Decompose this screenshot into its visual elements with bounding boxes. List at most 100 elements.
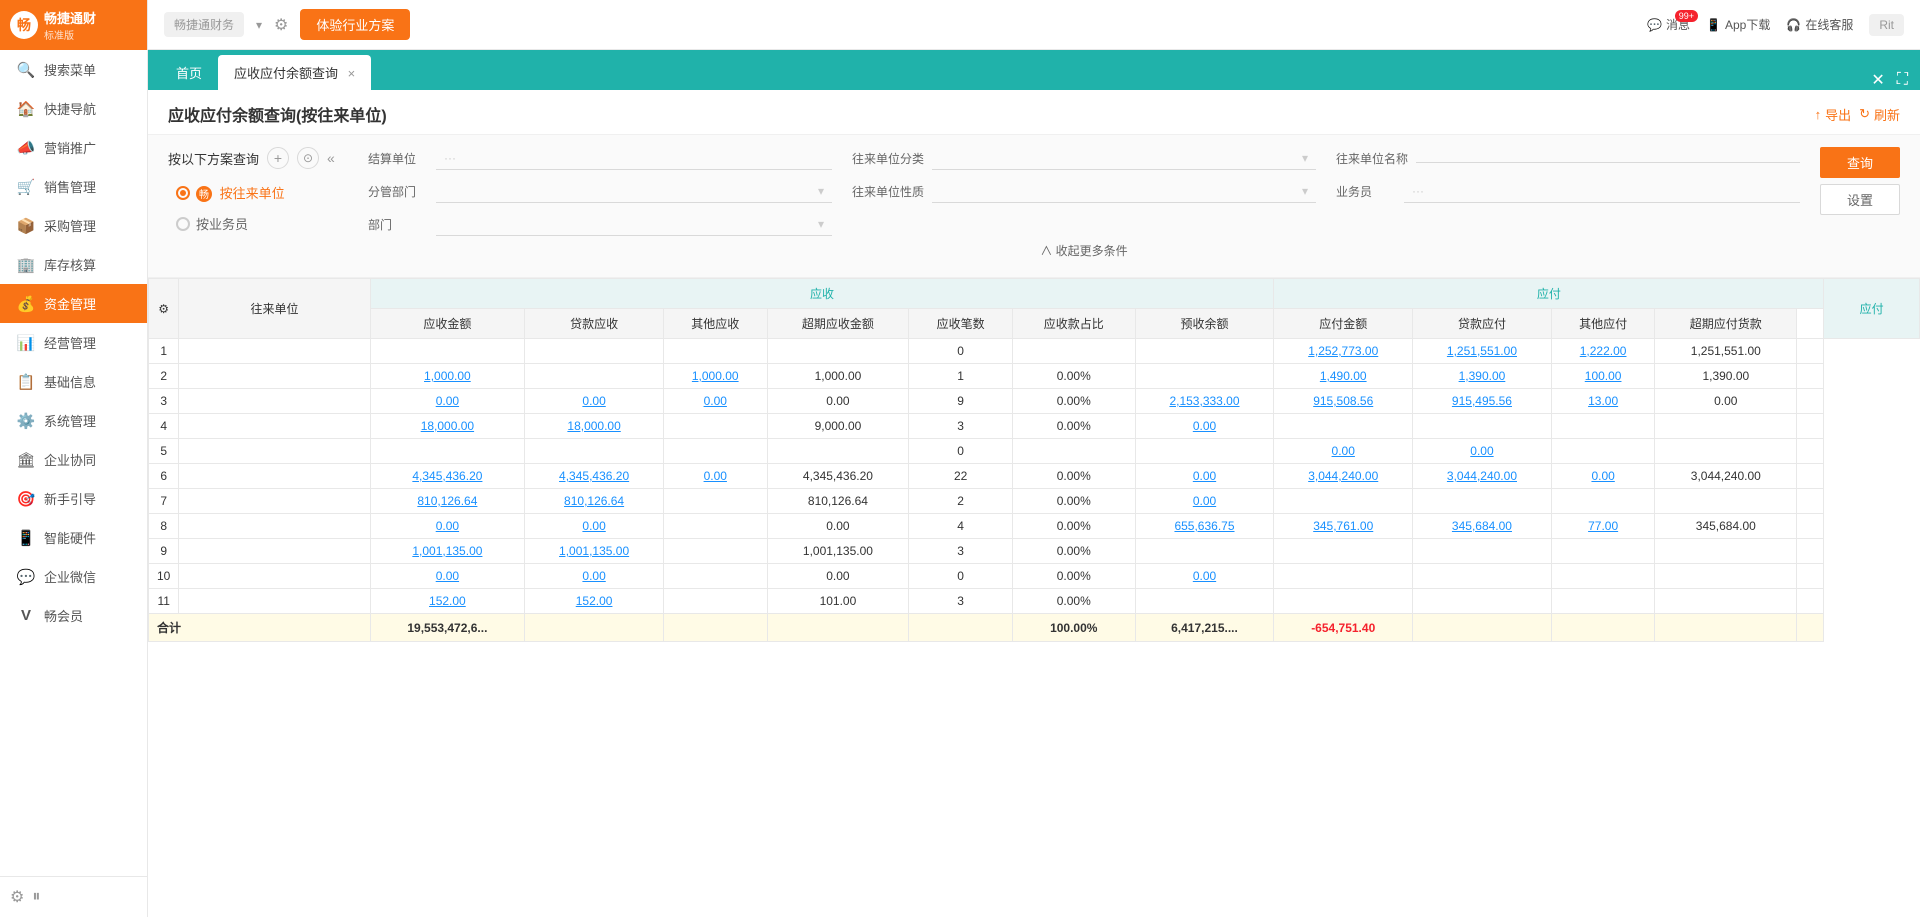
sidebar-item-wechat[interactable]: 💬 企业微信 (0, 557, 147, 596)
query-button[interactable]: 查询 (1820, 147, 1900, 178)
col-payable-extra: 应付 (1824, 279, 1920, 339)
summary-label: 合计 (149, 614, 371, 642)
filter-options: 畅 按往来单位 按业务员 (168, 179, 348, 237)
app-icon: 📱 (1706, 18, 1721, 32)
solution-button[interactable]: 体验行业方案 (300, 9, 410, 40)
wechat-icon: 💬 (16, 568, 36, 586)
filter-partner-category: 往来单位分类 ▾ (852, 147, 1316, 170)
sidebar-item-inventory[interactable]: 🏢 库存核算 (0, 245, 147, 284)
tab-receivable-query[interactable]: 应收应付余额查询 × (218, 55, 371, 90)
col-payable-amount: 应付金额 (1274, 309, 1413, 339)
settlement-unit-input[interactable]: ··· (436, 147, 832, 170)
message-badge: 99+ (1675, 10, 1698, 22)
filter-add-button[interactable]: + (267, 147, 289, 169)
marketing-icon: 📣 (16, 139, 36, 157)
department-label: 部门 (368, 216, 428, 233)
window-controls: ✕ ⛶ (1871, 70, 1908, 90)
filter-grid: 结算单位 ··· 往来单位分类 ▾ (368, 147, 1800, 236)
sidebar-item-purchase[interactable]: 📦 采购管理 (0, 206, 147, 245)
purchase-icon: 📦 (16, 217, 36, 235)
message-button[interactable]: 💬 消息 99+ (1647, 16, 1690, 33)
partner-nature-label: 往来单位性质 (852, 183, 924, 200)
sidebar: 畅 畅捷通财 标准版 🔍 搜索菜单 🏠 快捷导航 📣 营销推广 🛒 销售管理 📦… (0, 0, 148, 917)
col-overdue-payable: 超期应付货款 (1655, 309, 1797, 339)
filter-fields: 结算单位 ··· 往来单位分类 ▾ (368, 147, 1800, 265)
window-close-icon[interactable]: ✕ (1871, 70, 1884, 90)
search-icon: 🔍 (16, 61, 36, 79)
topbar-gear-icon[interactable]: ⚙ (274, 15, 288, 35)
tab-bar: 首页 应收应付余额查询 × ✕ ⛶ (148, 50, 1920, 90)
basic-info-icon: 📋 (16, 373, 36, 391)
sidebar-item-guide[interactable]: 🎯 新手引导 (0, 479, 147, 518)
sidebar-item-enterprise[interactable]: 🏛 企业协同 (0, 440, 147, 479)
sidebar-settings-btn[interactable]: ⚙ (10, 887, 24, 907)
col-other-payable: 其他应付 (1551, 309, 1655, 339)
sidebar-item-operations[interactable]: 📊 经营管理 (0, 323, 147, 362)
filter-option-partner[interactable]: 畅 按往来单位 (168, 179, 348, 206)
filter-dept-manager: 分管部门 ▾ (368, 180, 832, 203)
export-button[interactable]: ↑ 导出 (1815, 105, 1852, 124)
filter-row1: 按以下方案查询 + ⊙ « (168, 147, 348, 169)
radio-partner[interactable] (176, 186, 190, 200)
system-icon: ⚙️ (16, 412, 36, 430)
set-button[interactable]: 设置 (1820, 184, 1900, 215)
sidebar-item-member[interactable]: V 畅会员 (0, 596, 147, 635)
table-row: 91,001,135.001,001,135.001,001,135.0030.… (149, 539, 1920, 564)
radio-salesperson[interactable] (176, 217, 190, 231)
sidebar-item-marketing[interactable]: 📣 营销推广 (0, 128, 147, 167)
filter-department: 部门 ▾ (368, 213, 832, 236)
partner-name-input[interactable] (1416, 154, 1800, 163)
col-loan-payable: 贷款应付 (1413, 309, 1552, 339)
sidebar-item-sales[interactable]: 🛒 销售管理 (0, 167, 147, 206)
member-icon: V (16, 607, 36, 624)
page-header: 应收应付余额查询(按往来单位) ↑ 导出 ↻ 刷新 (148, 90, 1920, 135)
tab-home[interactable]: 首页 (160, 55, 218, 90)
table-settings-col[interactable]: ⚙ (149, 279, 179, 339)
sidebar-item-system[interactable]: ⚙️ 系统管理 (0, 401, 147, 440)
service-icon: 🎧 (1786, 18, 1801, 32)
data-table: ⚙ 往来单位 应收 应付 应付 应收金额 贷款应收 其他应收 超期应收金额 应收… (148, 278, 1920, 642)
salesperson-input[interactable]: ··· (1404, 180, 1800, 203)
app-download-button[interactable]: 📱 App下载 (1706, 16, 1770, 33)
filter-partner-nature: 往来单位性质 ▾ (852, 180, 1316, 203)
filter-salesperson: 业务员 ··· (1336, 180, 1800, 203)
online-service-button[interactable]: 🎧 在线客服 (1786, 16, 1853, 33)
logo-name: 畅捷通财 (44, 8, 96, 27)
hardware-icon: 📱 (16, 529, 36, 547)
collapse-icon: ∧ (1040, 244, 1052, 258)
refresh-icon: ↻ (1859, 106, 1870, 122)
logo-icon: 畅 (10, 11, 38, 39)
sidebar-item-hardware[interactable]: 📱 智能硬件 (0, 518, 147, 557)
user-menu[interactable]: Rit (1869, 14, 1904, 36)
enterprise-icon: 🏛 (16, 451, 36, 469)
sidebar-item-finance[interactable]: 💰 资金管理 (0, 284, 147, 323)
partner-name-label: 往来单位名称 (1336, 150, 1408, 167)
sidebar-item-search[interactable]: 🔍 搜索菜单 (0, 50, 147, 89)
partner-category-label: 往来单位分类 (852, 150, 924, 167)
filter-option-salesperson[interactable]: 按业务员 (168, 210, 348, 237)
refresh-button[interactable]: ↻ 刷新 (1859, 105, 1900, 124)
sidebar-item-basic-info[interactable]: 📋 基础信息 (0, 362, 147, 401)
sidebar-menu: 🔍 搜索菜单 🏠 快捷导航 📣 营销推广 🛒 销售管理 📦 采购管理 🏢 库存核… (0, 50, 147, 876)
export-icon: ↑ (1815, 107, 1822, 122)
partner-nature-input[interactable]: ▾ (932, 180, 1316, 203)
dept-manager-input[interactable]: ▾ (436, 180, 832, 203)
department-input[interactable]: ▾ (436, 213, 832, 236)
table-area: ⚙ 往来单位 应收 应付 应付 应收金额 贷款应收 其他应收 超期应收金额 应收… (148, 278, 1920, 917)
table-row: 21,000.001,000.001,000.0010.00%1,490.001… (149, 364, 1920, 389)
window-maximize-icon[interactable]: ⛶ (1897, 71, 1908, 89)
filter-schema-button[interactable]: ⊙ (297, 147, 319, 169)
summary-row: 合计 19,553,472,6... 100.00% 6,417,215....… (149, 614, 1920, 642)
table-row: 500.000.00 (149, 439, 1920, 464)
table-row: 418,000.0018,000.009,000.0030.00%0.00 (149, 414, 1920, 439)
topbar-brand: 畅捷通财务 (164, 12, 244, 37)
finance-icon: 💰 (16, 295, 36, 313)
collapse-more-button[interactable]: ∧ 收起更多条件 (368, 236, 1800, 265)
tab-close-icon[interactable]: × (348, 66, 356, 81)
topbar-chevron-icon[interactable]: ▾ (256, 18, 262, 32)
filter-collapse-icon[interactable]: « (327, 150, 335, 166)
table-row: 11152.00152.00101.0030.00% (149, 589, 1920, 614)
sidebar-item-quicknav[interactable]: 🏠 快捷导航 (0, 89, 147, 128)
sidebar-collapse-btn[interactable]: ⏸ (32, 888, 40, 906)
partner-category-input[interactable]: ▾ (932, 147, 1316, 170)
